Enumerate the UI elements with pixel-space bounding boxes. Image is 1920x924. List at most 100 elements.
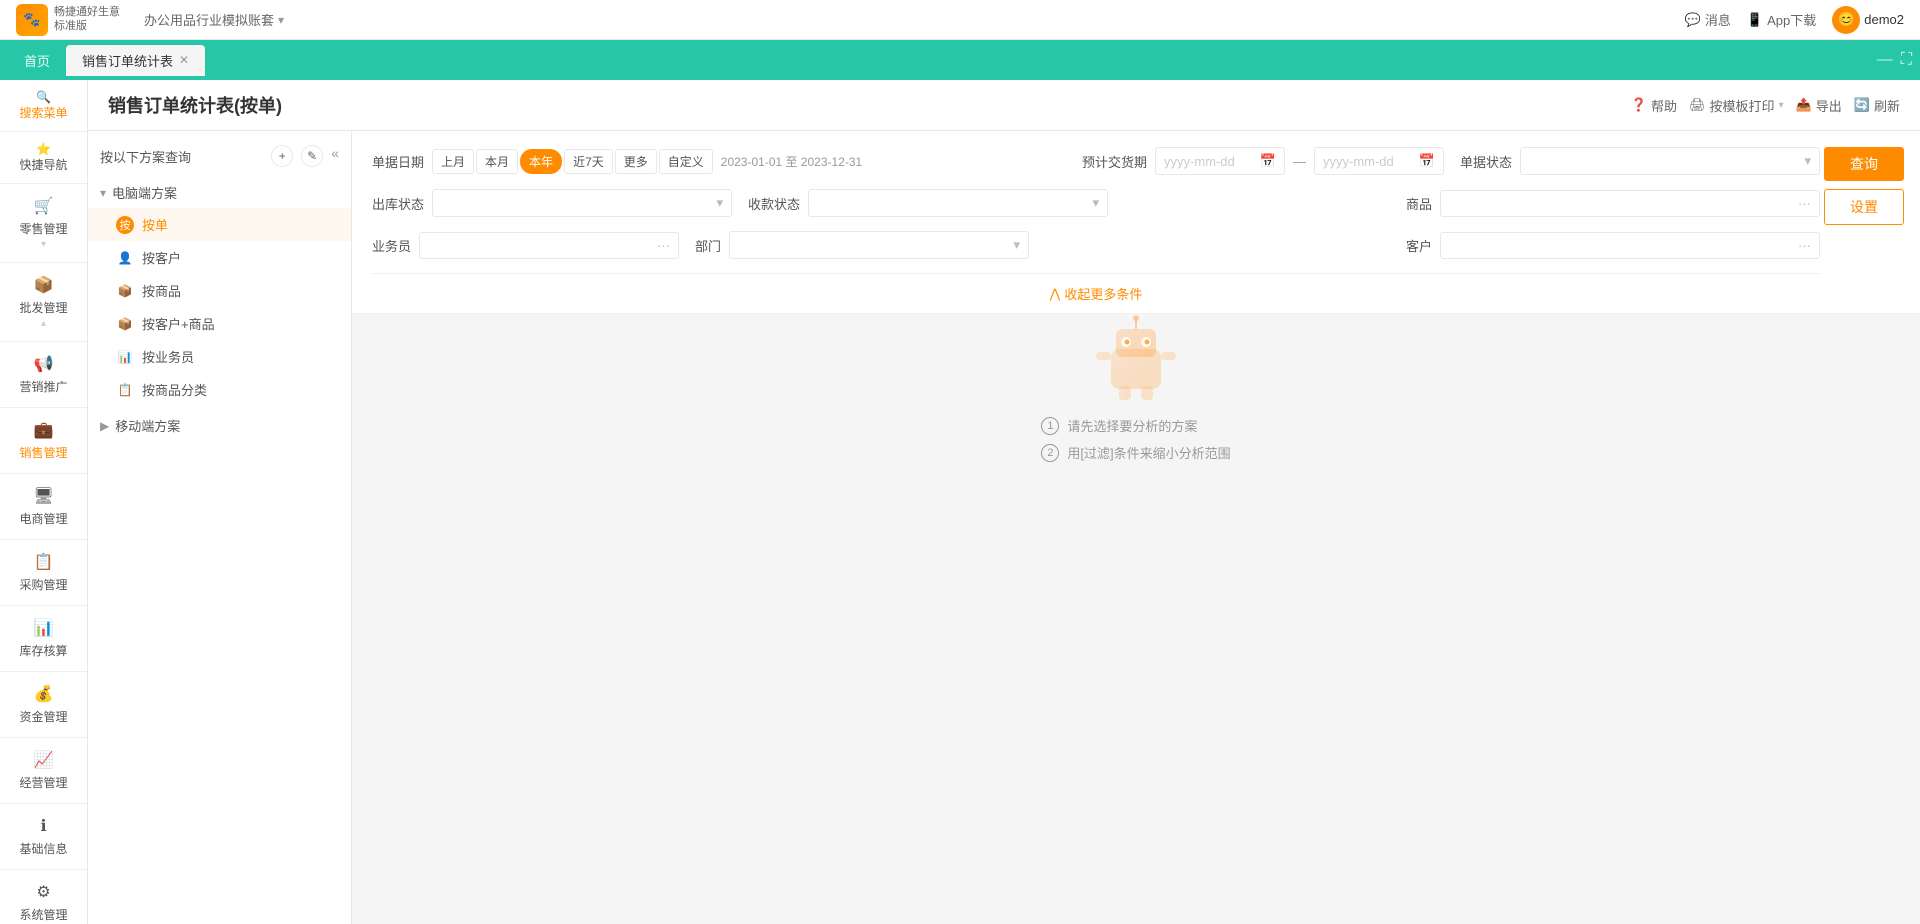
breadcrumb-text: 办公用品行业模拟账套 [144, 10, 274, 29]
breadcrumb-expand-icon[interactable]: ▾ [278, 13, 284, 27]
scheme-item-by-order[interactable]: 按 按单 [88, 208, 351, 241]
sidebar-item-basic-info[interactable]: ℹ 基础信息 [0, 804, 87, 870]
minimize-button[interactable]: — [1877, 51, 1893, 69]
refresh-button[interactable]: 🔄 刷新 [1854, 96, 1900, 115]
scheme-panel: 按以下方案查询 + ✎ « ▾ 电脑端方案 [88, 131, 352, 924]
sidebar-item-finance[interactable]: 💰 资金管理 [0, 672, 87, 738]
user-area[interactable]: 😊 demo2 [1832, 6, 1904, 34]
by-goods-icon: 📦 [116, 282, 134, 300]
tab-sales-order-stats[interactable]: 销售订单统计表 ✕ [66, 45, 205, 76]
help-icon: ❓ [1631, 97, 1647, 113]
search-icon: 🔍 [8, 90, 79, 104]
goods-label: 商品 [1406, 194, 1432, 213]
top-bar: 🐾 畅捷通好生意 标准版 办公用品行业模拟账套 ▾ 💬 消息 📱 App下载 😊… [0, 0, 1920, 40]
sidebar-item-marketing[interactable]: 📢 营销推广 [0, 342, 87, 408]
scheme-header-text: 按以下方案查询 [100, 147, 191, 166]
logo-icon: 🐾 [16, 4, 48, 36]
date-btn-custom[interactable]: 自定义 [659, 149, 713, 174]
scheme-item-by-goods[interactable]: 📦 按商品 [88, 274, 351, 307]
message-icon: 💬 [1685, 12, 1701, 28]
date-range-display: 2023-01-01 至 2023-12-31 [721, 153, 862, 170]
print-button[interactable]: 🖨 按模板打印 ▾ [1689, 96, 1784, 115]
goods-input[interactable]: ··· [1440, 190, 1820, 217]
content-area: 销售订单统计表(按单) ❓ 帮助 🖨 按模板打印 ▾ 📤 导出 🔄 刷新 [88, 80, 1920, 924]
close-tab-icon[interactable]: ✕ [179, 53, 189, 67]
customer-input[interactable]: ··· [1440, 232, 1820, 259]
scheme-item-by-category[interactable]: 📋 按商品分类 [88, 373, 351, 406]
expand-icon: ▴ [41, 318, 46, 329]
export-button[interactable]: 📤 导出 [1796, 96, 1842, 115]
basic-info-icon: ℹ [40, 816, 46, 836]
avatar: 😊 [1832, 6, 1860, 34]
app-download-button[interactable]: 📱 App下载 [1747, 10, 1816, 29]
sidebar-item-ecommerce[interactable]: 🖥 电商管理 [0, 474, 87, 540]
group-expand-icon-mobile: ▶ [100, 419, 109, 433]
by-category-icon: 📋 [116, 381, 134, 399]
sidebar-item-system[interactable]: ⚙ 系统管理 [0, 870, 87, 924]
inventory-icon: 📊 [34, 618, 54, 638]
logo-text: 畅捷通好生意 标准版 [54, 6, 120, 32]
sidebar-item-retail[interactable]: 🛒 零售管理 ▾ [0, 184, 87, 263]
nav-icon: ⭐ [8, 142, 79, 156]
setting-button[interactable]: 设置 [1824, 189, 1904, 225]
help-button[interactable]: ❓ 帮助 [1631, 96, 1677, 115]
scheme-item-by-customer-goods[interactable]: 📦 按客户+商品 [88, 307, 351, 340]
dept-select[interactable]: ▾ [729, 231, 1029, 259]
scheme-group-mobile-title[interactable]: ▶ 移动端方案 [88, 410, 351, 441]
sidebar-item-sales[interactable]: 💼 销售管理 [0, 408, 87, 474]
purchase-icon: 📋 [34, 552, 54, 572]
sidebar-search[interactable]: 🔍 搜索菜单 [0, 80, 87, 132]
retail-icon: 🛒 [34, 196, 54, 216]
maximize-button[interactable]: ⛶ [1901, 51, 1912, 69]
scheme-item-by-customer[interactable]: 👤 按客户 [88, 241, 351, 274]
out-status-select[interactable]: ▾ [432, 189, 732, 217]
work-area: 按以下方案查询 + ✎ « ▾ 电脑端方案 [88, 131, 1920, 924]
by-order-icon: 按 [116, 216, 134, 234]
empty-tips: 1 请先选择要分析的方案 2 用[过滤]条件来缩小分析范围 [1041, 416, 1230, 462]
sidebar-item-wholesale[interactable]: 📦 批发管理 ▴ [0, 263, 87, 342]
calendar-icon-end: 📅 [1419, 153, 1435, 169]
date-btn-last-7days[interactable]: 近7天 [564, 149, 613, 174]
expected-date-start[interactable]: yyyy-mm-dd 📅 [1155, 147, 1285, 175]
scheme-item-by-salesman[interactable]: 📊 按业务员 [88, 340, 351, 373]
status-select[interactable]: ▾ [1520, 147, 1820, 175]
scheme-group-pc-title[interactable]: ▾ 电脑端方案 [88, 177, 351, 208]
salesman-input[interactable]: ··· [419, 232, 679, 259]
empty-tip-1: 1 请先选择要分析的方案 [1041, 416, 1230, 435]
customer-dots-icon: ··· [1798, 238, 1811, 253]
sidebar-item-purchase[interactable]: 📋 采购管理 [0, 540, 87, 606]
date-btn-this-month[interactable]: 本月 [476, 149, 518, 174]
sidebar-item-operations[interactable]: 📈 经营管理 [0, 738, 87, 804]
date-btn-more[interactable]: 更多 [615, 149, 657, 174]
expected-date-label: 预计交货期 [1082, 152, 1147, 171]
expected-date-end[interactable]: yyyy-mm-dd 📅 [1314, 147, 1444, 175]
message-button[interactable]: 💬 消息 [1685, 10, 1731, 29]
tab-bar: 首页 销售订单统计表 ✕ — ⛶ [0, 40, 1920, 80]
scheme-group-mobile: ▶ 移动端方案 [88, 410, 351, 441]
by-salesman-icon: 📊 [116, 348, 134, 366]
collapse-bar[interactable]: ⋀ 收起更多条件 [372, 273, 1820, 313]
by-customer-goods-icon: 📦 [116, 315, 134, 333]
system-icon: ⚙ [36, 882, 50, 902]
tab-home[interactable]: 首页 [8, 45, 66, 76]
sidebar-nav[interactable]: ⭐ 快捷导航 [0, 132, 87, 184]
out-status-label: 出库状态 [372, 194, 424, 213]
ecommerce-icon: 🖥 [33, 486, 53, 506]
query-button[interactable]: 查询 [1824, 147, 1904, 181]
top-bar-right: 💬 消息 📱 App下载 😊 demo2 [1685, 6, 1904, 34]
status-label: 单据状态 [1460, 152, 1512, 171]
date-btn-last-month[interactable]: 上月 [432, 149, 474, 174]
collection-status-select[interactable]: ▾ [808, 189, 1108, 217]
tip-num-2: 2 [1041, 444, 1059, 462]
collapse-icon: ⋀ [1050, 286, 1061, 302]
sidebar-item-inventory[interactable]: 📊 库存核算 [0, 606, 87, 672]
date-btn-this-year[interactable]: 本年 [520, 149, 562, 174]
app-icon: 📱 [1747, 12, 1763, 28]
user-name: demo2 [1864, 12, 1904, 27]
tip-num-1: 1 [1041, 417, 1059, 435]
salesman-dots-icon: ··· [657, 238, 670, 253]
scheme-collapse-button[interactable]: « [331, 145, 339, 167]
dept-dropdown-icon: ▾ [1014, 237, 1021, 253]
scheme-edit-button[interactable]: ✎ [301, 145, 323, 167]
scheme-add-button[interactable]: + [271, 145, 293, 167]
